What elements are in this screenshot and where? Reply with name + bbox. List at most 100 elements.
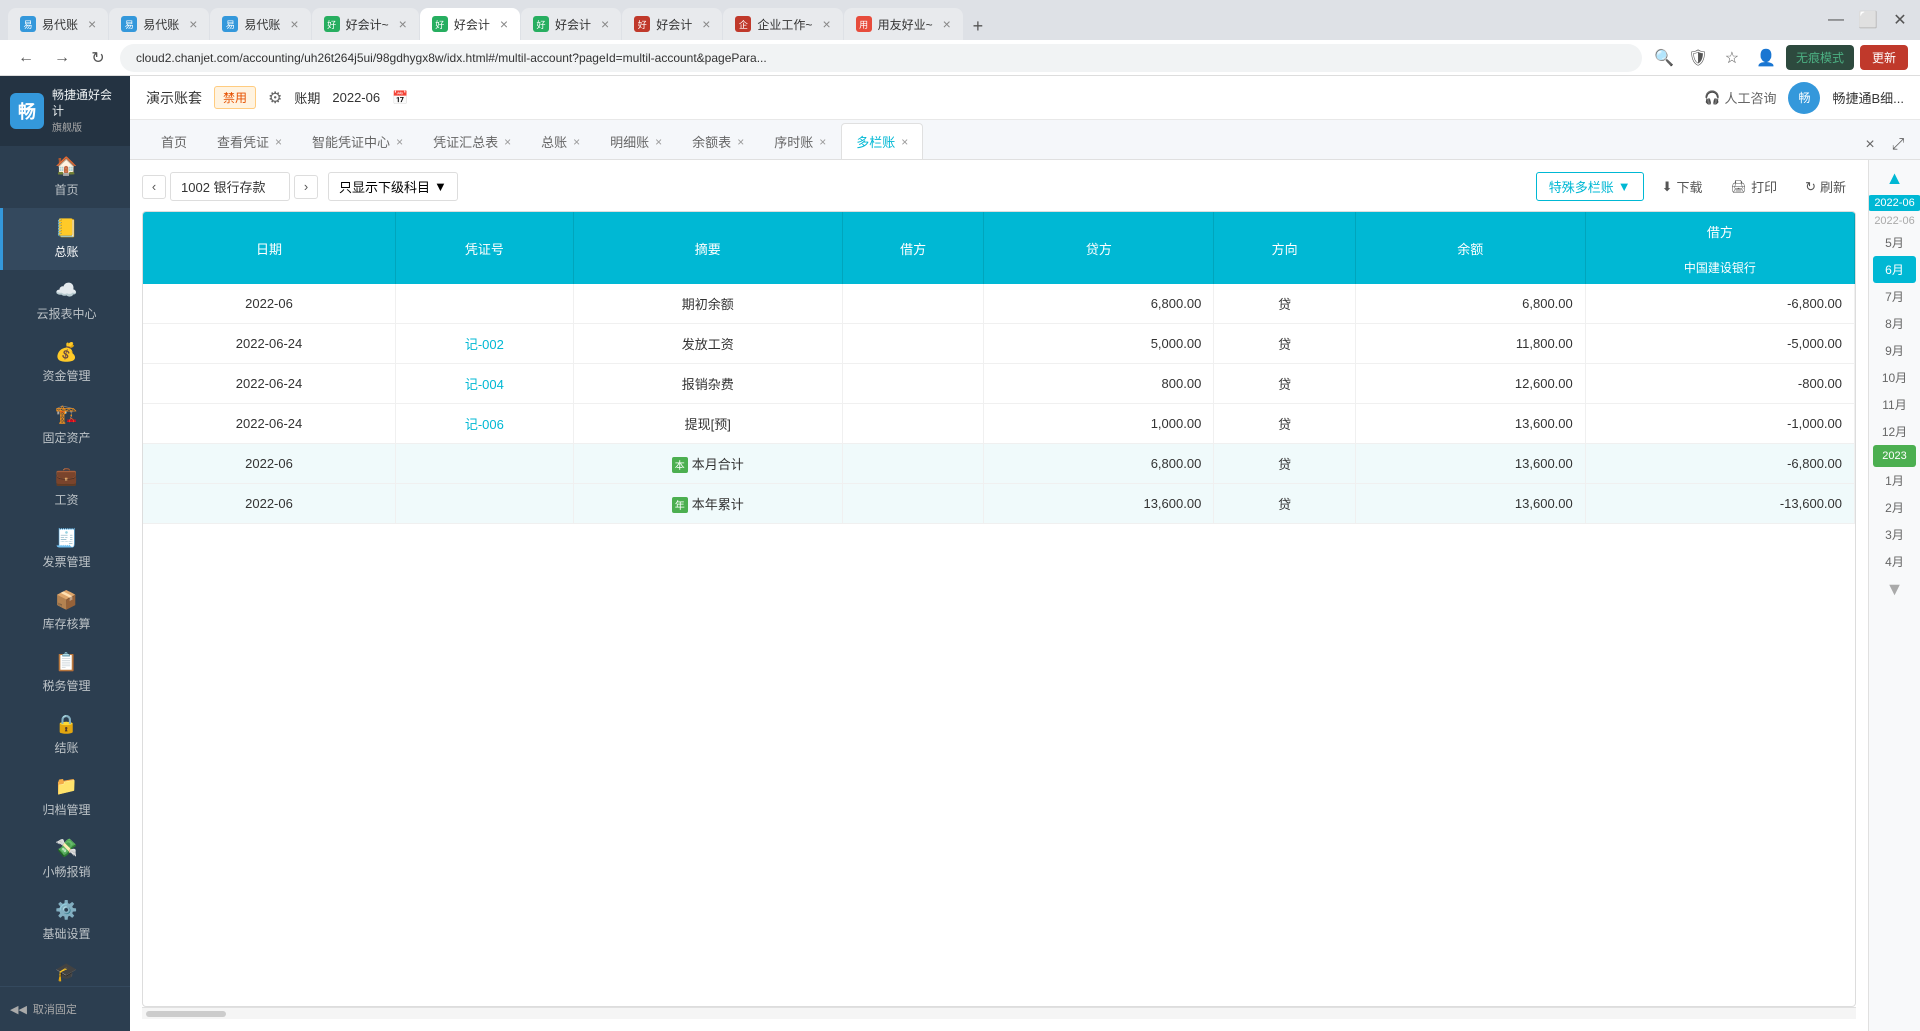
back-button[interactable]: ←: [12, 44, 40, 72]
tab-close-3[interactable]: ×: [290, 16, 298, 32]
sidebar-item-tax[interactable]: 📋 税务管理: [0, 642, 130, 704]
sidebar-item-settings[interactable]: ⚙️ 基础设置: [0, 890, 130, 952]
tab-general[interactable]: 总账 ×: [526, 123, 595, 159]
refresh-button[interactable]: ↻ 刷新: [1795, 173, 1856, 200]
tab-smart[interactable]: 智能凭证中心 ×: [297, 123, 418, 159]
tab-close-6[interactable]: ×: [601, 16, 609, 32]
browser-tab-8[interactable]: 企 企业工作~ ×: [723, 8, 842, 40]
sidebar-item-guide[interactable]: 🎓 新手引导: [0, 952, 130, 986]
sidebar-item-inventory[interactable]: 📦 库存核算: [0, 580, 130, 642]
timeline-month-5[interactable]: 5月: [1869, 229, 1920, 256]
timeline-month-11[interactable]: 11月: [1869, 391, 1920, 418]
cell-direction-6: 贷: [1214, 484, 1356, 524]
tab-collapse-button[interactable]: ×: [1856, 131, 1884, 159]
tab-close-summary[interactable]: ×: [504, 135, 511, 149]
cell-voucher-3[interactable]: 记-004: [396, 364, 574, 404]
tab-close-1[interactable]: ×: [88, 16, 96, 32]
account-tag[interactable]: 禁用: [214, 86, 256, 109]
profile-icon[interactable]: 👤: [1752, 44, 1780, 72]
tab-close-7[interactable]: ×: [702, 16, 710, 32]
tab-close-general[interactable]: ×: [573, 135, 580, 149]
browser-tab-4[interactable]: 好 好会计~ ×: [312, 8, 419, 40]
tab-close-multi[interactable]: ×: [901, 135, 908, 149]
update-button[interactable]: 更新: [1860, 45, 1908, 70]
scroll-thumb[interactable]: [146, 1011, 226, 1017]
account-settings-icon[interactable]: ⚙: [268, 88, 282, 108]
timeline-up-button[interactable]: ▲: [1882, 164, 1908, 193]
sidebar-item-cloud[interactable]: ☁️ 云报表中心: [0, 270, 130, 332]
filter-button[interactable]: 只显示下级科目 ▼: [328, 172, 458, 201]
consulting-button[interactable]: 🎧 人工咨询: [1704, 88, 1776, 107]
tab-detail[interactable]: 明细账 ×: [595, 123, 677, 159]
sidebar-item-expense[interactable]: 💸 小畅报销: [0, 828, 130, 890]
star-icon[interactable]: ☆: [1718, 44, 1746, 72]
account-next-button[interactable]: ›: [294, 175, 318, 199]
timeline-month-8[interactable]: 8月: [1869, 310, 1920, 337]
sidebar-item-close[interactable]: 🔒 结账: [0, 704, 130, 766]
tab-close-5[interactable]: ×: [500, 16, 508, 32]
cell-voucher-2[interactable]: 记-002: [396, 324, 574, 364]
tab-close-4[interactable]: ×: [399, 16, 407, 32]
timeline-month-2023-4[interactable]: 4月: [1869, 548, 1920, 575]
timeline-month-2023-2[interactable]: 2月: [1869, 494, 1920, 521]
tab-voucher[interactable]: 查看凭证 ×: [202, 123, 297, 159]
download-button[interactable]: ⬇ 下载: [1652, 173, 1713, 200]
url-bar[interactable]: cloud2.chanjet.com/accounting/uh26t264j5…: [120, 44, 1642, 72]
print-button[interactable]: 🖨 打印: [1721, 173, 1788, 200]
calendar-icon[interactable]: 📅: [392, 90, 408, 106]
tab-close-balance[interactable]: ×: [737, 135, 744, 149]
browser-tab-7[interactable]: 好 好会计 ×: [622, 8, 722, 40]
timeline-down-button[interactable]: ▼: [1882, 575, 1908, 604]
tab-summary[interactable]: 凭证汇总表 ×: [418, 123, 526, 159]
collapse-sidebar-button[interactable]: ◀◀ 取消固定: [10, 997, 120, 1021]
tab-close-voucher[interactable]: ×: [275, 135, 282, 149]
special-multi-account-button[interactable]: 特殊多栏账 ▼: [1536, 172, 1644, 201]
cell-voucher-4[interactable]: 记-006: [396, 404, 574, 444]
sidebar-item-invoice[interactable]: 🧾 发票管理: [0, 518, 130, 580]
new-tab-button[interactable]: +: [964, 12, 992, 40]
timeline-month-10[interactable]: 10月: [1869, 364, 1920, 391]
timeline-2022-06-label-2: 2022-06: [1872, 213, 1916, 229]
browser-tab-2[interactable]: 易 易代账 ×: [109, 8, 209, 40]
browser-tab-9[interactable]: 用 用友好业~ ×: [844, 8, 963, 40]
sidebar-item-salary[interactable]: 💼 工资: [0, 456, 130, 518]
tab-home[interactable]: 首页: [146, 123, 202, 159]
shield-icon[interactable]: 🛡: [1684, 44, 1712, 72]
tab-close-detail[interactable]: ×: [655, 135, 662, 149]
tab-close-8[interactable]: ×: [822, 16, 830, 32]
tab-close-9[interactable]: ×: [943, 16, 951, 32]
timeline-month-2023-3[interactable]: 3月: [1869, 521, 1920, 548]
browser-tab-5[interactable]: 好 好会计 ×: [420, 8, 520, 40]
sidebar-item-assets[interactable]: 🏗️ 固定资产: [0, 394, 130, 456]
browser-tab-3[interactable]: 易 易代账 ×: [210, 8, 310, 40]
sidebar-item-funds[interactable]: 💰 资金管理: [0, 332, 130, 394]
timeline-month-2023-1[interactable]: 1月: [1869, 467, 1920, 494]
horizontal-scrollbar[interactable]: [142, 1007, 1856, 1019]
incognito-button[interactable]: 无痕模式: [1786, 45, 1854, 70]
reload-button[interactable]: ↻: [84, 44, 112, 72]
browser-tab-1[interactable]: 易 易代账 ×: [8, 8, 108, 40]
timeline-month-9[interactable]: 9月: [1869, 337, 1920, 364]
account-label: 1002 银行存款: [170, 172, 290, 201]
browser-tab-6[interactable]: 好 好会计 ×: [521, 8, 621, 40]
close-browser-button[interactable]: ✕: [1888, 8, 1912, 32]
sidebar-item-home[interactable]: 🏠 首页: [0, 146, 130, 208]
tab-close-2[interactable]: ×: [189, 16, 197, 32]
tab-sequence[interactable]: 序时账 ×: [759, 123, 841, 159]
timeline-year-2023-badge[interactable]: 2023: [1873, 445, 1916, 467]
forward-button[interactable]: →: [48, 44, 76, 72]
account-prev-button[interactable]: ‹: [142, 175, 166, 199]
tab-close-smart[interactable]: ×: [396, 135, 403, 149]
timeline-month-6[interactable]: 6月: [1873, 256, 1916, 283]
tab-balance[interactable]: 余额表 ×: [677, 123, 759, 159]
timeline-month-7[interactable]: 7月: [1869, 283, 1920, 310]
minimize-button[interactable]: —: [1824, 8, 1848, 32]
timeline-month-12[interactable]: 12月: [1869, 418, 1920, 445]
tab-multi[interactable]: 多栏账 ×: [841, 123, 923, 159]
tab-expand-button[interactable]: ⤢: [1884, 131, 1912, 159]
tab-close-sequence[interactable]: ×: [819, 135, 826, 149]
maximize-button[interactable]: ⬜: [1856, 8, 1880, 32]
sidebar-item-archive[interactable]: 📁 归档管理: [0, 766, 130, 828]
sidebar-item-ledger[interactable]: 📒 总账: [0, 208, 130, 270]
search-icon[interactable]: 🔍: [1650, 44, 1678, 72]
